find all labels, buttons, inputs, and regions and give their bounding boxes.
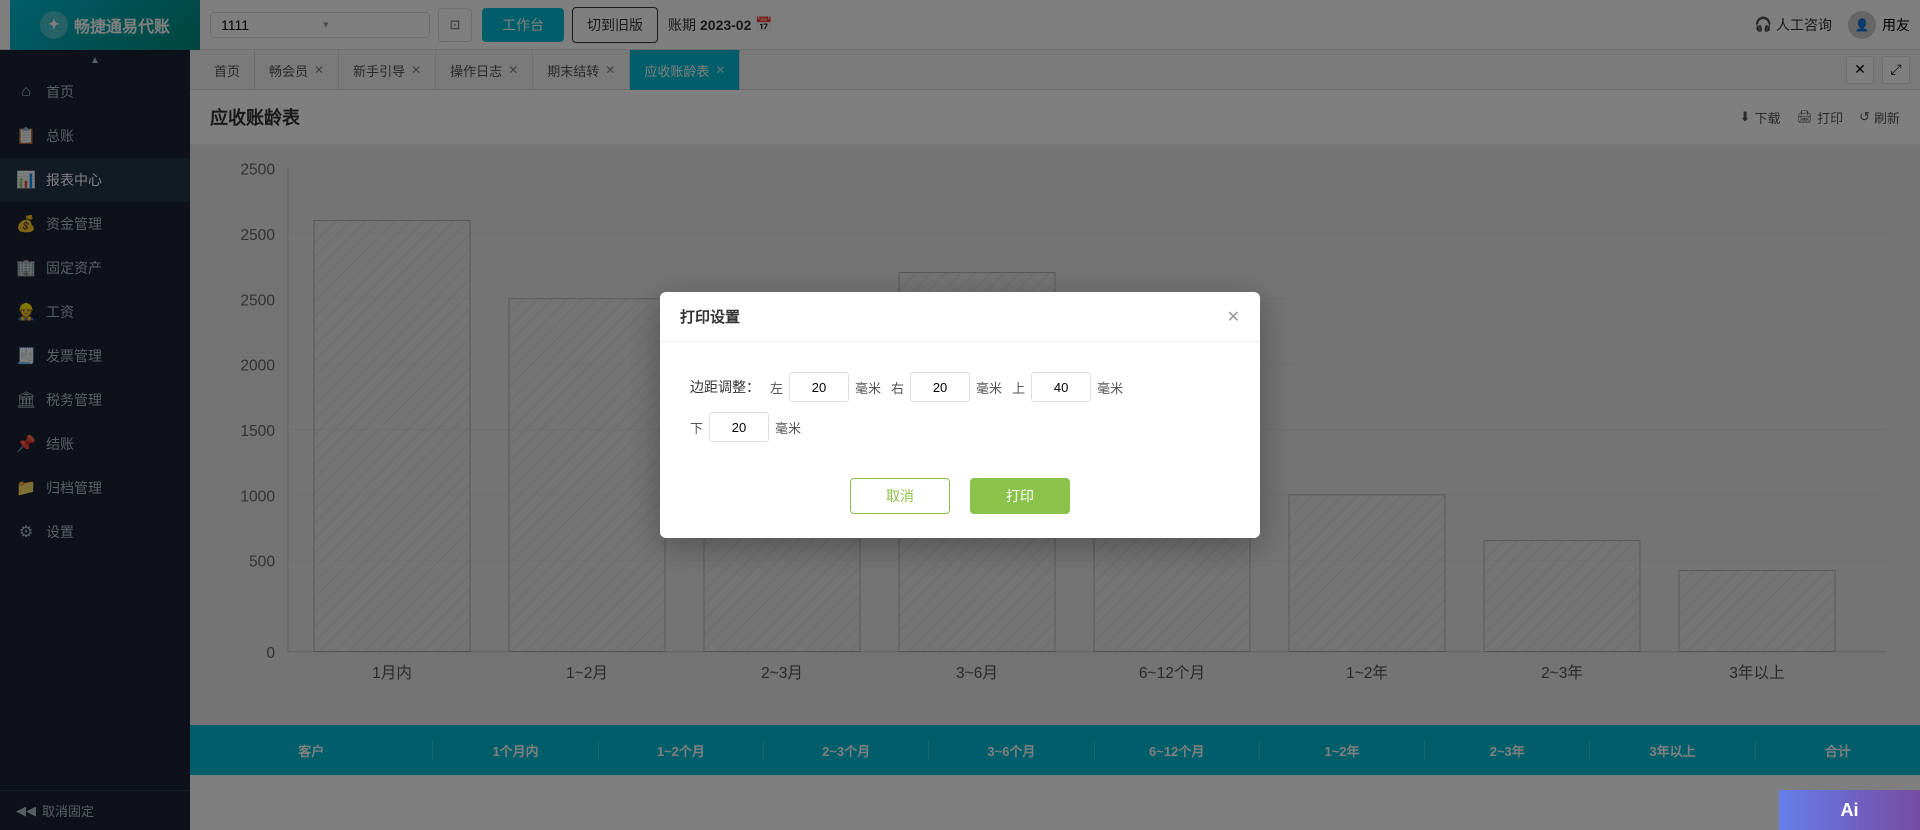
bottom-margin-label: 下 — [690, 418, 703, 437]
right-margin-group: 右 毫米 — [891, 372, 1002, 402]
cancel-button[interactable]: 取消 — [850, 478, 950, 514]
top-margin-label: 上 — [1012, 378, 1025, 397]
margin-label: 边距调整： — [690, 377, 760, 397]
top-margin-input[interactable] — [1031, 372, 1091, 402]
right-margin-label: 右 — [891, 378, 904, 397]
bottom-margin-group: 下 毫米 — [690, 412, 801, 442]
right-margin-input[interactable] — [910, 372, 970, 402]
modal-footer: 取消 打印 — [660, 462, 1260, 538]
print-settings-modal: 打印设置 ✕ 边距调整： 左 毫米 右 毫米 上 毫米 — [660, 292, 1260, 538]
left-margin-unit: 毫米 — [855, 378, 881, 397]
modal-title: 打印设置 — [680, 306, 740, 327]
left-margin-group: 左 毫米 — [770, 372, 881, 402]
bottom-margin-input[interactable] — [709, 412, 769, 442]
top-margin-group: 上 毫米 — [1012, 372, 1123, 402]
print-confirm-button[interactable]: 打印 — [970, 478, 1070, 514]
modal-overlay: 打印设置 ✕ 边距调整： 左 毫米 右 毫米 上 毫米 — [0, 0, 1920, 830]
ai-label: Ai — [1841, 800, 1859, 821]
modal-body: 边距调整： 左 毫米 右 毫米 上 毫米 下 — [660, 342, 1260, 462]
modal-close-button[interactable]: ✕ — [1227, 307, 1240, 327]
top-margin-unit: 毫米 — [1097, 378, 1123, 397]
left-margin-input[interactable] — [789, 372, 849, 402]
bottom-margin-unit: 毫米 — [775, 418, 801, 437]
margin-form-row: 边距调整： 左 毫米 右 毫米 上 毫米 下 — [690, 372, 1230, 442]
ai-badge[interactable]: Ai — [1779, 790, 1920, 830]
modal-header: 打印设置 ✕ — [660, 292, 1260, 342]
left-margin-label: 左 — [770, 378, 783, 397]
right-margin-unit: 毫米 — [976, 378, 1002, 397]
